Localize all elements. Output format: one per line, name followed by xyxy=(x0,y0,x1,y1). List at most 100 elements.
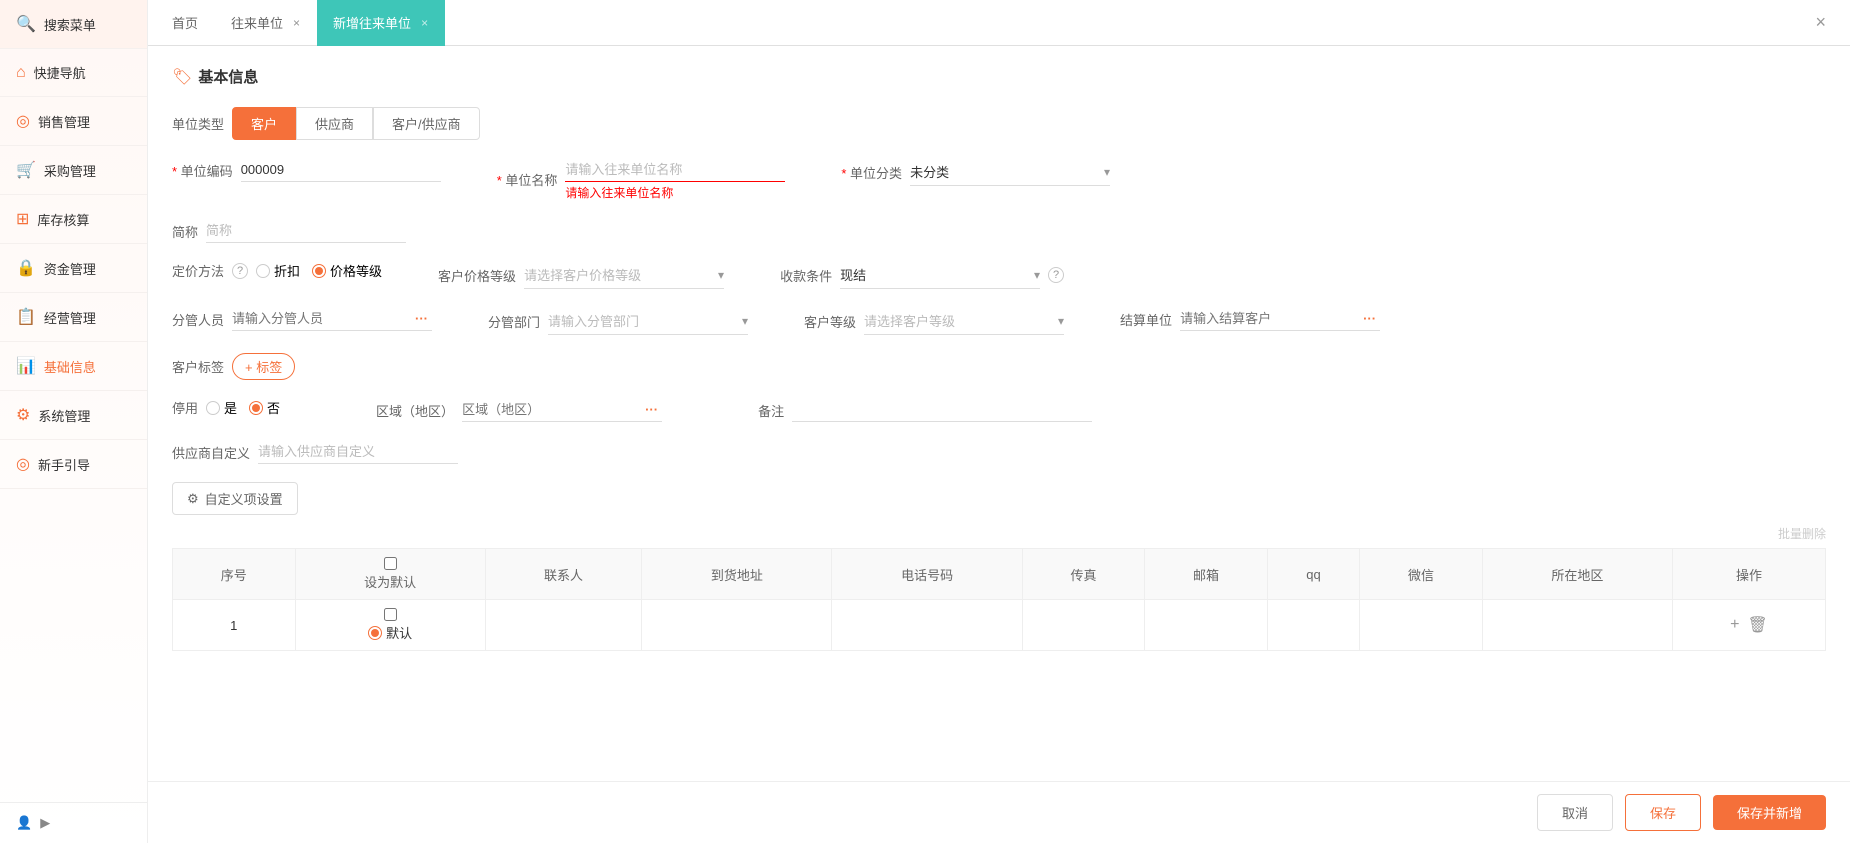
custom-settings-label: 自定义项设置 xyxy=(205,489,283,508)
col-action: 操作 xyxy=(1673,549,1826,600)
batch-delete-btn[interactable]: 批量删除 xyxy=(1778,525,1826,542)
disabled-no-radio[interactable]: 否 xyxy=(249,398,280,417)
unit-category-select[interactable]: 未分类 ▾ xyxy=(910,158,1110,186)
unit-type-customer-btn[interactable]: 客户 xyxy=(232,107,296,140)
payment-terms-group: 收款条件 现结 ▾ ? xyxy=(780,261,1064,289)
col-wechat: 微信 xyxy=(1360,549,1483,600)
table-head: 序号 设为默认 联系人 到货地址 电话号码 传真 邮箱 qq xyxy=(173,549,1826,600)
pricing-help-icon[interactable]: ? xyxy=(232,263,248,279)
manager-more-btn[interactable]: ··· xyxy=(411,311,432,326)
sidebar-item-purchase[interactable]: 🛒 采购管理 xyxy=(0,146,147,195)
unit-category-label: 单位分类 xyxy=(841,163,902,182)
sidebar-item-guide[interactable]: ◎ 新手引导 xyxy=(0,440,147,489)
payment-terms-select[interactable]: 现结 ▾ xyxy=(840,261,1040,289)
col-qq: qq xyxy=(1267,549,1359,600)
sidebar-item-label: 基础信息 xyxy=(44,357,96,376)
tab-new-unit[interactable]: 新增往来单位 × xyxy=(317,0,445,46)
yes-radio-circle xyxy=(206,401,220,415)
table-body: 1 默认 xyxy=(173,600,1826,651)
sidebar-item-system[interactable]: ⚙ 系统管理 xyxy=(0,391,147,440)
row-checkbox[interactable] xyxy=(384,608,397,621)
customer-level-label: 客户等级 xyxy=(804,312,856,331)
expand-icon: ▶ xyxy=(40,815,50,831)
guide-icon: ◎ xyxy=(16,454,30,474)
pricing-discount-radio[interactable]: 折扣 xyxy=(256,261,300,280)
unit-type-both-btn[interactable]: 客户/供应商 xyxy=(373,107,480,140)
supplier-custom-row: 供应商自定义 xyxy=(172,440,1826,464)
abbr-input[interactable] xyxy=(206,219,406,243)
unit-category-value: 未分类 xyxy=(910,162,1100,181)
tab-business-unit-close[interactable]: × xyxy=(293,16,300,30)
pricing-method-group: 定价方法 ? 折扣 价格等级 xyxy=(172,261,382,280)
row-default: 默认 xyxy=(295,600,485,651)
table-section: ⚙ 自定义项设置 批量删除 序号 设为默认 联 xyxy=(172,482,1826,651)
tab-new-unit-close[interactable]: × xyxy=(421,16,428,30)
unit-type-supplier-btn[interactable]: 供应商 xyxy=(296,107,373,140)
add-tag-button[interactable]: + 标签 xyxy=(232,353,295,380)
row-add-btn[interactable]: + xyxy=(1730,616,1739,634)
manager-group: 分管人员 ··· xyxy=(172,307,432,331)
customer-price-level-placeholder: 请选择客户价格等级 xyxy=(524,265,714,284)
disabled-group: 停用 是 否 xyxy=(172,398,280,417)
row-region xyxy=(1482,600,1672,651)
disabled-radio-group: 是 否 xyxy=(206,398,280,417)
custom-settings-button[interactable]: ⚙ 自定义项设置 xyxy=(172,482,298,515)
abbr-label: 简称 xyxy=(172,222,198,241)
sidebar-item-quick-nav[interactable]: ⌂ 快捷导航 xyxy=(0,49,147,97)
sidebar-item-label: 新手引导 xyxy=(38,455,90,474)
save-button[interactable]: 保存 xyxy=(1625,794,1701,831)
row-default-radio[interactable]: 默认 xyxy=(368,623,412,642)
tag-group: 客户标签 + 标签 xyxy=(172,353,295,380)
remark-input[interactable] xyxy=(792,398,1092,422)
sidebar-item-search[interactable]: 🔍 搜索菜单 xyxy=(0,0,147,49)
dept-placeholder: 请输入分管部门 xyxy=(548,311,738,330)
col-phone: 电话号码 xyxy=(832,549,1022,600)
row-default-radio-circle xyxy=(368,626,382,640)
window-close-button[interactable]: × xyxy=(1799,12,1842,33)
dept-select[interactable]: 请输入分管部门 ▾ xyxy=(548,307,748,335)
region-input[interactable] xyxy=(462,398,641,421)
manager-label: 分管人员 xyxy=(172,310,224,329)
col-region: 所在地区 xyxy=(1482,549,1672,600)
sidebar-item-inventory[interactable]: ⊞ 库存核算 xyxy=(0,195,147,244)
supplier-custom-input[interactable] xyxy=(258,440,458,464)
cancel-button[interactable]: 取消 xyxy=(1537,794,1613,831)
sidebar-item-label: 系统管理 xyxy=(38,406,90,425)
tab-bar: 首页 往来单位 × 新增往来单位 × × xyxy=(148,0,1850,46)
yes-radio-label: 是 xyxy=(224,398,237,417)
settlement-label: 结算单位 xyxy=(1120,310,1172,329)
pricing-level-radio[interactable]: 价格等级 xyxy=(312,261,382,280)
manager-input-wrapper: ··· xyxy=(232,307,432,331)
col-default: 设为默认 xyxy=(295,549,485,600)
disabled-yes-radio[interactable]: 是 xyxy=(206,398,237,417)
unit-name-input[interactable] xyxy=(565,158,785,182)
customer-level-select[interactable]: 请选择客户等级 ▾ xyxy=(864,307,1064,335)
settlement-input[interactable] xyxy=(1180,307,1359,330)
tab-new-unit-label: 新增往来单位 xyxy=(333,13,411,32)
save-new-button[interactable]: 保存并新增 xyxy=(1713,795,1826,830)
tab-business-unit[interactable]: 往来单位 × xyxy=(215,0,317,46)
tab-home[interactable]: 首页 xyxy=(156,0,215,46)
content-area: 🏷 基本信息 单位类型 客户 供应商 客户/供应商 单位编码 单位名称 xyxy=(148,46,1850,781)
sidebar-item-sales[interactable]: ◎ 销售管理 xyxy=(0,97,147,146)
settlement-input-wrapper: ··· xyxy=(1180,307,1380,331)
sidebar-item-label: 经营管理 xyxy=(44,308,96,327)
row-delete-btn[interactable]: 🗑 xyxy=(1748,615,1768,635)
unit-category-group: 单位分类 未分类 ▾ xyxy=(841,158,1110,186)
sidebar-item-finance[interactable]: 🔒 资金管理 xyxy=(0,244,147,293)
unit-code-input[interactable] xyxy=(241,158,441,182)
region-more-btn[interactable]: ··· xyxy=(641,402,662,417)
payment-terms-help-icon[interactable]: ? xyxy=(1048,267,1064,283)
sidebar-item-ops[interactable]: 📋 经营管理 xyxy=(0,293,147,342)
section-header: 🏷 基本信息 xyxy=(172,66,1826,87)
settlement-more-btn[interactable]: ··· xyxy=(1359,311,1380,326)
select-all-checkbox[interactable] xyxy=(384,557,397,570)
unit-code-label: 单位编码 xyxy=(172,161,233,180)
tab-business-unit-label: 往来单位 xyxy=(231,13,283,32)
sidebar-item-basic-info[interactable]: 📊 基础信息 xyxy=(0,342,147,391)
row-actions: + 🗑 xyxy=(1673,600,1826,651)
customer-price-level-select[interactable]: 请选择客户价格等级 ▾ xyxy=(524,261,724,289)
manager-input[interactable] xyxy=(232,307,411,330)
unit-category-dropdown-arrow: ▾ xyxy=(1104,165,1110,179)
table-actions: 批量删除 xyxy=(172,525,1826,542)
